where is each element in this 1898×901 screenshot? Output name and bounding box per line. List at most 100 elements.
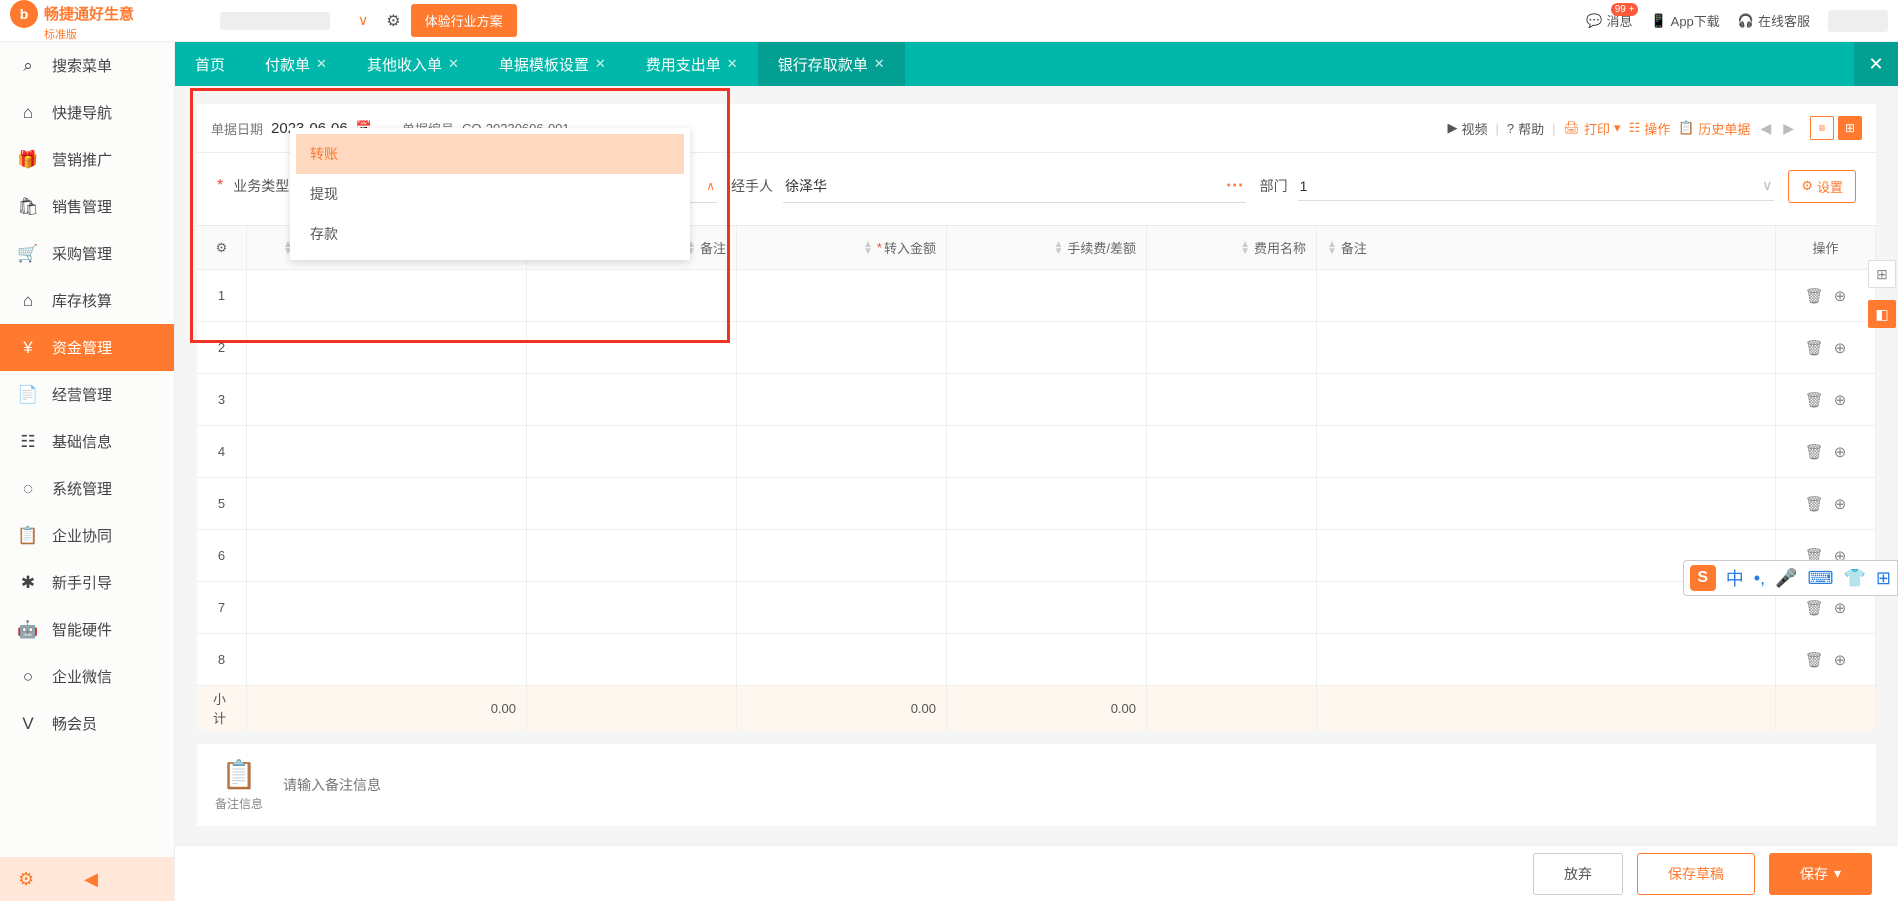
delete-row-icon[interactable]: 🗑 xyxy=(1805,495,1824,513)
help-link[interactable]: ?帮助 xyxy=(1507,119,1544,138)
view-card-toggle[interactable]: ⊞ xyxy=(1838,116,1862,140)
footer-collapse-icon[interactable]: ◀ xyxy=(84,869,98,890)
ime-toolbar[interactable]: S 中 •, 🎤 ⌨ 👕 ⊞ xyxy=(1683,560,1898,596)
th-fee[interactable]: ▲▼手续费/差额 xyxy=(947,226,1147,269)
cell-fee[interactable] xyxy=(947,322,1147,373)
company-chevron-icon[interactable]: ∨ xyxy=(358,12,368,29)
add-row-icon[interactable]: ⊕ xyxy=(1834,651,1847,669)
delete-row-icon[interactable]: 🗑 xyxy=(1805,339,1824,357)
dropdown-option-deposit[interactable]: 存款 xyxy=(296,214,684,254)
sidebar-item-system[interactable]: ◌系统管理 xyxy=(0,465,174,512)
cell-note1[interactable] xyxy=(527,374,737,425)
table-row[interactable]: 6 🗑 ⊕ xyxy=(197,530,1876,582)
sidebar-item-marketing[interactable]: 🎁营销推广 xyxy=(0,136,174,183)
th-gear[interactable]: ⚙ xyxy=(197,226,247,269)
cell-note2[interactable] xyxy=(1317,270,1776,321)
close-icon[interactable]: ✕ xyxy=(874,56,885,72)
close-icon[interactable]: ✕ xyxy=(448,56,459,72)
cell-fee[interactable] xyxy=(947,530,1147,581)
more-icon[interactable]: ⋯ xyxy=(1226,175,1244,196)
sidebar-item-quicknav[interactable]: ⌂快捷导航 xyxy=(0,89,174,136)
sidebar-item-finance[interactable]: ¥资金管理 xyxy=(0,324,174,371)
close-icon[interactable]: ✕ xyxy=(595,56,606,72)
cell-note2[interactable] xyxy=(1317,478,1776,529)
next-doc-icon[interactable]: ▶ xyxy=(1781,120,1796,137)
experience-button[interactable]: 体验行业方案 xyxy=(411,4,517,37)
cell-note1[interactable] xyxy=(527,426,737,477)
cell-note1[interactable] xyxy=(527,530,737,581)
cell-note1[interactable] xyxy=(527,270,737,321)
cell-fee[interactable] xyxy=(947,270,1147,321)
online-service-link[interactable]: 🎧 在线客服 xyxy=(1738,11,1810,30)
cell-out-account[interactable] xyxy=(247,530,527,581)
cell-out-account[interactable] xyxy=(247,582,527,633)
table-row[interactable]: 5 🗑 ⊕ xyxy=(197,478,1876,530)
cell-fee[interactable] xyxy=(947,426,1147,477)
sidebar-item-guide[interactable]: ✱新手引导 xyxy=(0,559,174,606)
sidebar-item-wechat[interactable]: ○企业微信 xyxy=(0,653,174,700)
th-note2[interactable]: ▲▼备注 xyxy=(1317,226,1776,269)
view-list-toggle[interactable]: ≡ xyxy=(1810,116,1834,140)
cell-fee[interactable] xyxy=(947,582,1147,633)
sidebar-item-hardware[interactable]: 🤖智能硬件 xyxy=(0,606,174,653)
cell-fee[interactable] xyxy=(947,478,1147,529)
cell-fee-name[interactable] xyxy=(1147,270,1317,321)
cell-out-account[interactable] xyxy=(247,634,527,685)
sidebar-item-collab[interactable]: 📋企业协同 xyxy=(0,512,174,559)
config-button[interactable]: ⚙设置 xyxy=(1788,170,1856,203)
ime-lang[interactable]: 中 xyxy=(1726,565,1744,591)
cell-fee[interactable] xyxy=(947,374,1147,425)
ime-skin-icon[interactable]: 👕 xyxy=(1843,568,1865,589)
table-row[interactable]: 7 🗑 ⊕ xyxy=(197,582,1876,634)
sidebar-item-sales[interactable]: 🛍销售管理 xyxy=(0,183,174,230)
add-row-icon[interactable]: ⊕ xyxy=(1834,443,1847,461)
cell-note2[interactable] xyxy=(1317,374,1776,425)
cell-note2[interactable] xyxy=(1317,634,1776,685)
cell-note1[interactable] xyxy=(527,322,737,373)
cell-out-account[interactable] xyxy=(247,478,527,529)
history-button[interactable]: 📋历史单据 xyxy=(1678,119,1750,138)
app-download-link[interactable]: 📱 App下载 xyxy=(1650,11,1719,30)
ime-keyboard-icon[interactable]: ⌨ xyxy=(1808,568,1834,589)
operations-button[interactable]: ☷操作 xyxy=(1629,119,1671,138)
delete-row-icon[interactable]: 🗑 xyxy=(1805,287,1824,305)
tab-other-income[interactable]: 其他收入单✕ xyxy=(347,42,479,86)
add-row-icon[interactable]: ⊕ xyxy=(1834,599,1847,617)
footer-gear-icon[interactable]: ⚙ xyxy=(18,869,34,890)
dropdown-option-transfer[interactable]: 转账 xyxy=(296,134,684,174)
cell-note1[interactable] xyxy=(527,582,737,633)
rail-button-1[interactable]: ⊞ xyxy=(1868,260,1896,288)
cell-fee-name[interactable] xyxy=(1147,478,1317,529)
cell-in-amount[interactable] xyxy=(737,426,947,477)
th-in-amount[interactable]: ▲▼*转入金额 xyxy=(737,226,947,269)
sidebar-item-purchase[interactable]: 🛒采购管理 xyxy=(0,230,174,277)
sidebar-item-inventory[interactable]: ⌂库存核算 xyxy=(0,277,174,324)
prev-doc-icon[interactable]: ◀ xyxy=(1758,120,1773,137)
sidebar-item-member[interactable]: V畅会员 xyxy=(0,700,174,747)
close-icon[interactable]: ✕ xyxy=(727,56,738,72)
cell-fee-name[interactable] xyxy=(1147,582,1317,633)
video-link[interactable]: ▶视频 xyxy=(1447,119,1487,138)
cell-fee[interactable] xyxy=(947,634,1147,685)
company-gear-icon[interactable]: ⚙ xyxy=(386,11,400,31)
cell-out-account[interactable] xyxy=(247,374,527,425)
cell-fee-name[interactable] xyxy=(1147,530,1317,581)
remarks-input[interactable] xyxy=(283,777,1858,793)
table-row[interactable]: 3 🗑 ⊕ xyxy=(197,374,1876,426)
delete-row-icon[interactable]: 🗑 xyxy=(1805,651,1824,669)
cell-note1[interactable] xyxy=(527,478,737,529)
save-draft-button[interactable]: 保存草稿 xyxy=(1637,853,1755,895)
handler-input[interactable]: 徐泽华 ⋯ xyxy=(783,169,1246,203)
add-row-icon[interactable]: ⊕ xyxy=(1834,495,1847,513)
tab-expense[interactable]: 费用支出单✕ xyxy=(626,42,758,86)
rail-button-2[interactable]: ◧ xyxy=(1868,300,1896,328)
tab-bank-deposit[interactable]: 银行存取款单✕ xyxy=(758,42,905,86)
cell-fee-name[interactable] xyxy=(1147,322,1317,373)
dropdown-option-withdraw[interactable]: 提现 xyxy=(296,174,684,214)
th-fee-name[interactable]: ▲▼费用名称 xyxy=(1147,226,1317,269)
table-row[interactable]: 1 🗑 ⊕ xyxy=(197,270,1876,322)
cell-in-amount[interactable] xyxy=(737,374,947,425)
cell-in-amount[interactable] xyxy=(737,634,947,685)
tab-payment[interactable]: 付款单✕ xyxy=(245,42,347,86)
cell-note2[interactable] xyxy=(1317,426,1776,477)
